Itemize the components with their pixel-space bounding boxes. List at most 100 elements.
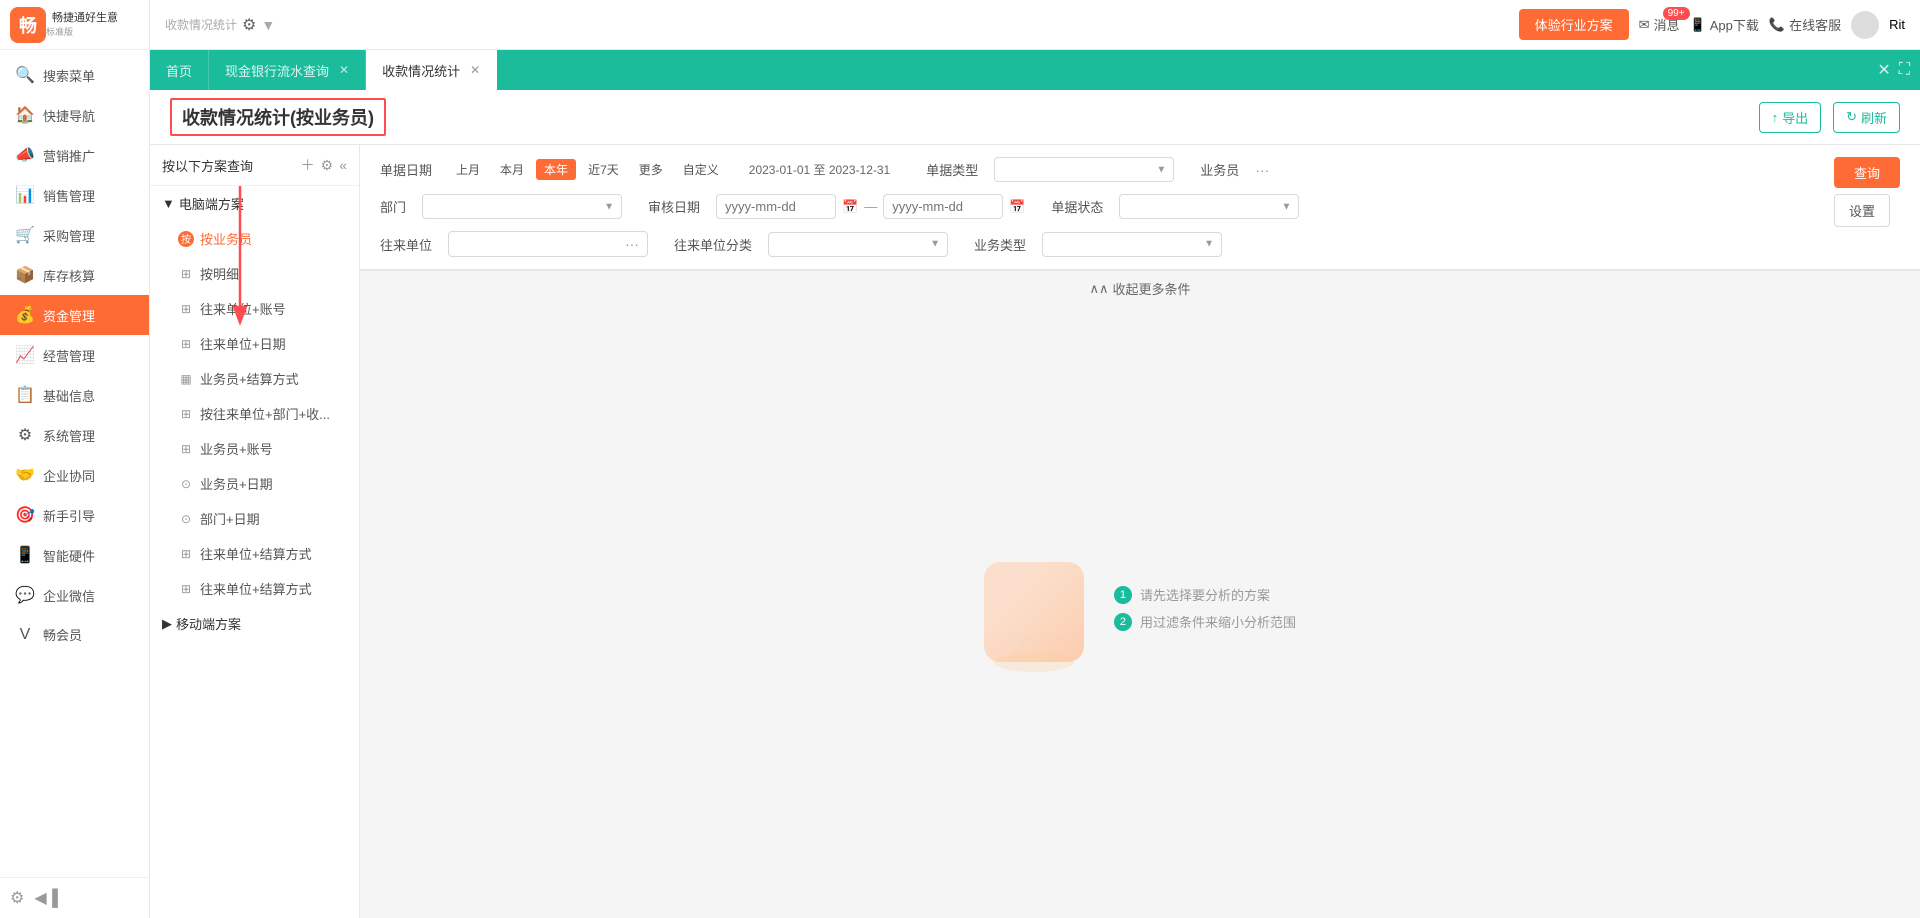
add-scheme-icon[interactable]: ＋ bbox=[301, 155, 315, 175]
dept-label: 部门 bbox=[380, 197, 406, 216]
unit-settlement-icon: ⊞ bbox=[178, 546, 194, 562]
sidebar-item-inventory[interactable]: 📦 库存核算 bbox=[0, 255, 149, 295]
unit-account-icon: ⊞ bbox=[178, 301, 194, 317]
scheme-item-detail[interactable]: ⊞ 按明细 bbox=[150, 256, 359, 291]
scheme-item-unit-account[interactable]: ⊞ 往来单位+账号 bbox=[150, 291, 359, 326]
dropdown-icon[interactable]: ▼ bbox=[261, 17, 275, 33]
user-avatar[interactable] bbox=[1851, 11, 1879, 39]
date-tab-this-year[interactable]: 本年 bbox=[536, 159, 576, 180]
sidebar-item-hardware[interactable]: 📱 智能硬件 bbox=[0, 535, 149, 575]
scheme-item-unit-settlement2[interactable]: ⊞ 往来单位+结算方式 bbox=[150, 571, 359, 606]
date-tab-7days[interactable]: 近7天 bbox=[580, 159, 627, 180]
page-header: 收款情况统计(按业务员) ↑ 导出 ↻ 刷新 bbox=[150, 90, 1920, 145]
scheme-item-salesperson-date[interactable]: ⊙ 业务员+日期 bbox=[150, 466, 359, 501]
step-1-num: 1 bbox=[1114, 586, 1132, 604]
scheme-item-unit-settlement[interactable]: ⊞ 往来单位+结算方式 bbox=[150, 536, 359, 571]
tab-close-all-icon[interactable]: ✕ bbox=[1877, 60, 1890, 80]
sidebar-item-basic[interactable]: 📋 基础信息 bbox=[0, 375, 149, 415]
scheme-item-salesperson-settlement[interactable]: ▦ 业务员+结算方式 bbox=[150, 361, 359, 396]
sidebar-item-label-marketing: 营销推广 bbox=[43, 146, 95, 165]
doc-status-select[interactable] bbox=[1119, 194, 1299, 219]
tab-receipts-label: 收款情况统计 bbox=[382, 61, 460, 80]
sidebar-item-wechat[interactable]: 💬 企业微信 bbox=[0, 575, 149, 615]
trial-button[interactable]: 体验行业方案 bbox=[1519, 9, 1629, 40]
unit-date-icon: ⊞ bbox=[178, 336, 194, 352]
review-date-end-input[interactable] bbox=[883, 194, 1003, 219]
counterpart-category-label: 往来单位分类 bbox=[674, 235, 752, 254]
mobile-scheme-title[interactable]: ▶ 移动端方案 bbox=[150, 606, 359, 641]
tab-receipts[interactable]: 收款情况统计 ✕ bbox=[366, 50, 497, 90]
sidebar-item-guide[interactable]: 🎯 新手引导 bbox=[0, 495, 149, 535]
settings-scheme-icon[interactable]: ⚙ bbox=[321, 157, 334, 174]
counterpart-more-btn[interactable]: ··· bbox=[625, 236, 639, 252]
filter-row-1: 单据日期 上月 本月 本年 近7天 更多 自定义 2023-01-01 至 20… bbox=[380, 157, 1900, 257]
refresh-button[interactable]: ↻ 刷新 bbox=[1833, 102, 1900, 133]
tab-bank[interactable]: 现金银行流水查询 ✕ bbox=[209, 50, 366, 90]
page-title-box: 收款情况统计(按业务员) bbox=[170, 98, 386, 136]
tab-bank-close[interactable]: ✕ bbox=[339, 63, 349, 77]
download-label: App下载 bbox=[1710, 15, 1759, 34]
date-tab-last-month[interactable]: 上月 bbox=[448, 159, 488, 180]
breadcrumb: 收款情况统计 ⚙ ▼ bbox=[165, 15, 1509, 35]
app-download-button[interactable]: 📱 App下载 bbox=[1690, 15, 1759, 34]
sidebar-item-member[interactable]: V 畅会员 bbox=[0, 615, 149, 654]
export-button[interactable]: ↑ 导出 bbox=[1759, 102, 1822, 133]
bottom-collapse-icon[interactable]: ◀▐ bbox=[34, 888, 58, 908]
collapse-bar: ∧∧ 收起更多条件 bbox=[360, 270, 1920, 306]
sidebar-item-label-inventory: 库存核算 bbox=[43, 266, 95, 285]
sidebar-item-label-purchase: 采购管理 bbox=[43, 226, 95, 245]
tab-home-label: 首页 bbox=[166, 61, 192, 80]
sidebar-item-system[interactable]: ⚙ 系统管理 bbox=[0, 415, 149, 455]
date-tab-this-month[interactable]: 本月 bbox=[492, 159, 532, 180]
scheme-item-unit-dept-collect[interactable]: ⊞ 按往来单位+部门+收... bbox=[150, 396, 359, 431]
hint-step-2-text: 用过滤条件来缩小分析范围 bbox=[1140, 612, 1296, 631]
sidebar-item-corp[interactable]: 🤝 企业协同 bbox=[0, 455, 149, 495]
query-button[interactable]: 查询 bbox=[1834, 157, 1900, 188]
tab-home[interactable]: 首页 bbox=[150, 50, 209, 90]
scheme-item-salesperson-account[interactable]: ⊞ 业务员+账号 bbox=[150, 431, 359, 466]
collapse-button[interactable]: ∧∧ 收起更多条件 bbox=[1089, 279, 1190, 298]
sidebar-item-sales[interactable]: 📊 销售管理 bbox=[0, 175, 149, 215]
doc-type-label: 单据类型 bbox=[926, 160, 978, 179]
scheme-item-dept-date[interactable]: ⊙ 部门+日期 bbox=[150, 501, 359, 536]
unit-dept-collect-icon: ⊞ bbox=[178, 406, 194, 422]
date-tab-custom[interactable]: 自定义 bbox=[675, 159, 727, 180]
filter-date-row: 单据日期 上月 本月 本年 近7天 更多 自定义 2023-01-01 至 20… bbox=[380, 157, 1814, 182]
counterpart-label: 往来单位 bbox=[380, 235, 432, 254]
sidebar-item-marketing[interactable]: 📣 营销推广 bbox=[0, 135, 149, 175]
sidebar-item-finance[interactable]: 💰 资金管理 bbox=[0, 295, 149, 335]
tab-receipts-close[interactable]: ✕ bbox=[470, 63, 480, 77]
doc-type-select[interactable] bbox=[994, 157, 1174, 182]
sidebar-item-label-search: 搜索菜单 bbox=[43, 66, 95, 85]
scheme-item-salesperson[interactable]: 按 按业务员 bbox=[150, 221, 359, 256]
date-tab-more[interactable]: 更多 bbox=[631, 159, 671, 180]
collapse-panel-icon[interactable]: « bbox=[339, 157, 347, 173]
main-area: 收款情况统计 ⚙ ▼ 体验行业方案 ✉ 消息 99+ 📱 App下载 📞 在线客… bbox=[150, 0, 1920, 918]
salesperson-more-icon[interactable]: ··· bbox=[1255, 162, 1269, 178]
sidebar-item-purchase[interactable]: 🛒 采购管理 bbox=[0, 215, 149, 255]
business-type-select[interactable] bbox=[1042, 232, 1222, 257]
calendar-start-icon[interactable]: 📅 bbox=[842, 199, 858, 215]
service-label: 在线客服 bbox=[1789, 15, 1841, 34]
counterpart-input[interactable]: ··· bbox=[448, 231, 648, 257]
review-date-group: 📅 — 📅 bbox=[716, 194, 1025, 219]
counterpart-category-select[interactable] bbox=[768, 232, 948, 257]
sales-icon: 📊 bbox=[15, 185, 35, 205]
gear-icon[interactable]: ⚙ bbox=[242, 15, 256, 35]
tab-maximize-icon[interactable]: ⛶ bbox=[1899, 61, 1910, 79]
dept-select[interactable] bbox=[422, 194, 622, 219]
sidebar-item-search[interactable]: 🔍 搜索菜单 bbox=[0, 55, 149, 95]
guide-icon: 🎯 bbox=[15, 505, 35, 525]
settings-button[interactable]: 设置 bbox=[1834, 194, 1890, 227]
message-button[interactable]: ✉ 消息 99+ bbox=[1639, 15, 1680, 34]
scheme-item-unit-date-label: 往来单位+日期 bbox=[200, 334, 286, 353]
empty-hint: 1 请先选择要分析的方案 2 用过滤条件来缩小分析范围 bbox=[984, 562, 1296, 662]
calendar-end-icon[interactable]: 📅 bbox=[1009, 199, 1025, 215]
scheme-item-unit-date[interactable]: ⊞ 往来单位+日期 bbox=[150, 326, 359, 361]
review-date-start-input[interactable] bbox=[716, 194, 836, 219]
desktop-scheme-title[interactable]: ▼ 电脑端方案 bbox=[150, 186, 359, 221]
sidebar-item-operations[interactable]: 📈 经营管理 bbox=[0, 335, 149, 375]
online-service-button[interactable]: 📞 在线客服 bbox=[1769, 15, 1841, 34]
bottom-settings-icon[interactable]: ⚙ bbox=[10, 888, 24, 908]
sidebar-item-quicknav[interactable]: 🏠 快捷导航 bbox=[0, 95, 149, 135]
